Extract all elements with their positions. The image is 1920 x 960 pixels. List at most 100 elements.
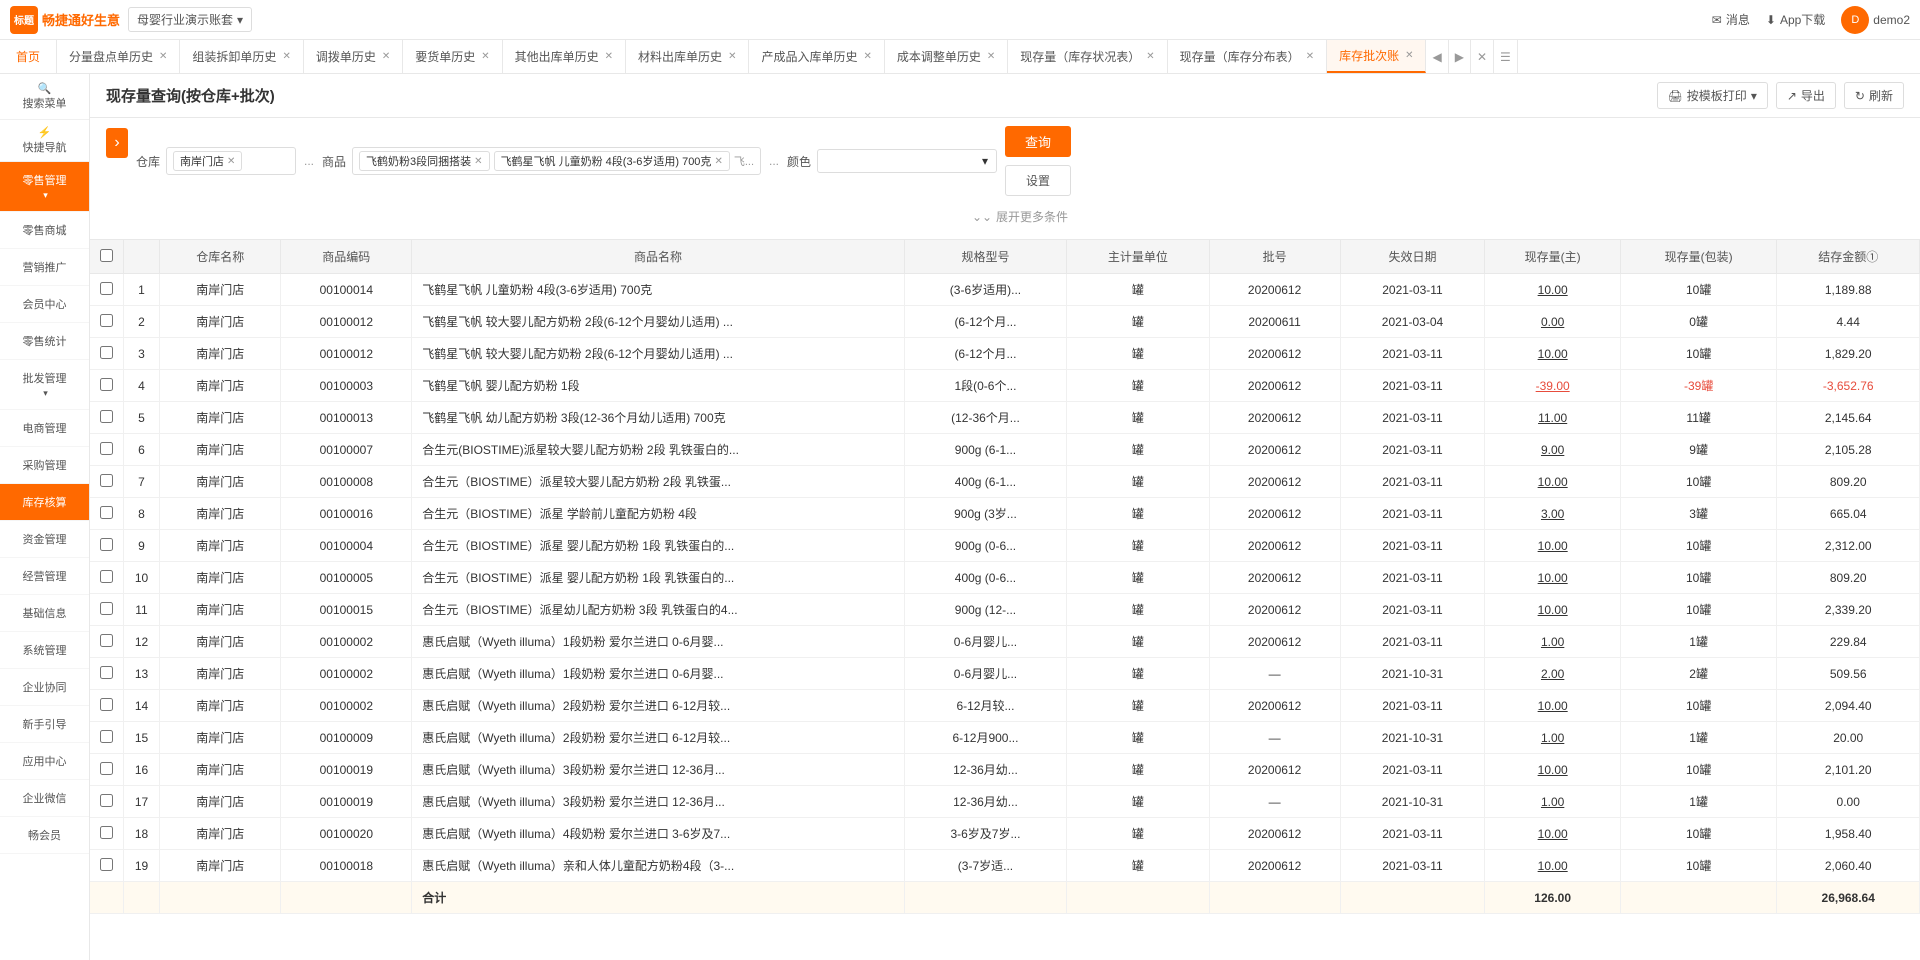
warehouse-chip-remove[interactable]: ✕ bbox=[227, 156, 235, 167]
sidebar-item-system[interactable]: 系统管理 bbox=[0, 632, 89, 669]
sidebar-item-inventory[interactable]: 库存核算 bbox=[0, 484, 89, 521]
row-checkbox[interactable] bbox=[100, 730, 113, 743]
tab-diaob-close[interactable]: ✕ bbox=[382, 51, 390, 62]
row-unit: 罐 bbox=[1067, 786, 1210, 818]
row-checkbox[interactable] bbox=[100, 346, 113, 359]
tab-qitachuku-close[interactable]: ✕ bbox=[605, 51, 613, 62]
row-checkbox[interactable] bbox=[100, 570, 113, 583]
row-name: 惠氏启赋（Wyeth illuma）1段奶粉 爱尔兰进口 0-6月婴... bbox=[412, 658, 905, 690]
sidebar-quick-nav[interactable]: ⚡ 快捷导航 bbox=[0, 120, 89, 162]
sidebar-item-wechat[interactable]: 企业微信 bbox=[0, 780, 89, 817]
sidebar-item-retail-stats[interactable]: 零售统计 bbox=[0, 323, 89, 360]
row-amount: 1,829.20 bbox=[1777, 338, 1920, 370]
sidebar-item-guide[interactable]: 新手引导 bbox=[0, 706, 89, 743]
tab-xiancun2[interactable]: 现存量（库存分布表） ✕ bbox=[1168, 40, 1327, 73]
tab-menu-btn[interactable]: ☰ bbox=[1494, 40, 1518, 73]
row-checkbox[interactable] bbox=[100, 634, 113, 647]
sidebar-item-ecommerce[interactable]: 电商管理 bbox=[0, 410, 89, 447]
row-checkbox[interactable] bbox=[100, 698, 113, 711]
product-chip-2-remove[interactable]: ✕ bbox=[714, 156, 722, 167]
expand-more-label: 展开更多条件 bbox=[996, 208, 1068, 225]
tab-prev-btn[interactable]: ◀ bbox=[1426, 40, 1448, 73]
sidebar-item-retail-shop[interactable]: 零售商城 bbox=[0, 212, 89, 249]
expand-down-icon: ⌄⌄ bbox=[972, 210, 992, 224]
sidebar-item-retail-mgmt[interactable]: 零售管理 ▾ bbox=[0, 162, 89, 212]
warehouse-chip-container[interactable]: 南岸门店 ✕ bbox=[166, 147, 296, 175]
print-button[interactable]: 🖨 按模板打印 ▾ bbox=[1657, 82, 1768, 109]
row-checkbox[interactable] bbox=[100, 442, 113, 455]
tab-chengben-close[interactable]: ✕ bbox=[987, 51, 995, 62]
tab-diaob[interactable]: 调拨单历史 ✕ bbox=[304, 40, 403, 73]
sidebar-item-basics[interactable]: 基础信息 bbox=[0, 595, 89, 632]
messages-button[interactable]: ✉ 消息 bbox=[1712, 11, 1750, 28]
export-button[interactable]: ↗ 导出 bbox=[1776, 82, 1836, 109]
row-checkbox[interactable] bbox=[100, 378, 113, 391]
row-checkbox[interactable] bbox=[100, 762, 113, 775]
org-selector[interactable]: 母婴行业演示账套 ▾ bbox=[128, 7, 252, 32]
product-chip-1-remove[interactable]: ✕ bbox=[474, 156, 482, 167]
query-button[interactable]: 查询 bbox=[1005, 126, 1071, 157]
sidebar-item-marketing[interactable]: 营销推广 bbox=[0, 249, 89, 286]
sidebar-item-membership-label: 畅会员 bbox=[28, 827, 61, 843]
sidebar-item-purchase[interactable]: 采购管理 bbox=[0, 447, 89, 484]
tab-next-btn[interactable]: ▶ bbox=[1449, 40, 1471, 73]
tab-kucun-pici[interactable]: 库存批次账 ✕ bbox=[1327, 40, 1426, 73]
sidebar-item-appstore[interactable]: 应用中心 bbox=[0, 743, 89, 780]
product-chip-container[interactable]: 飞鹤奶粉3段同捆搭装 ✕ 飞鹤星飞帆 儿童奶粉 4段(3-6岁适用) 700克 … bbox=[352, 147, 761, 175]
row-qty-pkg: 10罐 bbox=[1620, 530, 1777, 562]
row-batch: 20200612 bbox=[1209, 274, 1340, 306]
color-select[interactable]: ▾ bbox=[817, 149, 997, 173]
row-batch: — bbox=[1209, 786, 1340, 818]
tab-xiancun1[interactable]: 现存量（库存状况表） ✕ bbox=[1008, 40, 1167, 73]
tab-cailiao[interactable]: 材料出库单历史 ✕ bbox=[626, 40, 749, 73]
tab-home[interactable]: 首页 bbox=[0, 40, 57, 73]
row-checkbox[interactable] bbox=[100, 666, 113, 679]
sidebar-item-operation[interactable]: 经营管理 bbox=[0, 558, 89, 595]
warehouse-chip-text: 南岸门店 bbox=[180, 153, 224, 169]
row-expire: 2021-03-11 bbox=[1340, 338, 1485, 370]
tab-chengpin-close[interactable]: ✕ bbox=[863, 51, 871, 62]
sidebar-item-finance[interactable]: 资金管理 bbox=[0, 521, 89, 558]
row-checkbox[interactable] bbox=[100, 410, 113, 423]
tab-cailiao-close[interactable]: ✕ bbox=[728, 51, 736, 62]
tab-kucun-pici-close[interactable]: ✕ bbox=[1405, 50, 1413, 61]
settings-button[interactable]: 设置 bbox=[1005, 165, 1071, 196]
user-profile[interactable]: D demo2 bbox=[1841, 6, 1910, 34]
select-all-checkbox[interactable] bbox=[100, 249, 113, 262]
refresh-button[interactable]: ↻ 刷新 bbox=[1844, 82, 1904, 109]
sidebar-item-enterprise[interactable]: 企业协同 bbox=[0, 669, 89, 706]
row-checkbox[interactable] bbox=[100, 602, 113, 615]
tab-fenliang-close[interactable]: ✕ bbox=[159, 51, 167, 62]
tab-chengben[interactable]: 成本调整单历史 ✕ bbox=[885, 40, 1008, 73]
row-checkbox[interactable] bbox=[100, 794, 113, 807]
sidebar-item-wholesale[interactable]: 批发管理 ▾ bbox=[0, 360, 89, 410]
row-checkbox-cell bbox=[90, 434, 124, 466]
table-row: 7 南岸门店 00100008 合生元（BIOSTIME）派星较大婴儿配方奶粉 … bbox=[90, 466, 1920, 498]
row-checkbox[interactable] bbox=[100, 314, 113, 327]
row-checkbox[interactable] bbox=[100, 538, 113, 551]
sidebar-search[interactable]: 🔍 搜索菜单 bbox=[0, 74, 89, 120]
sidebar-item-inventory-label: 库存核算 bbox=[23, 494, 67, 510]
row-checkbox[interactable] bbox=[100, 858, 113, 871]
tab-yaohuo-close[interactable]: ✕ bbox=[481, 51, 489, 62]
tab-qitachuku[interactable]: 其他出库单历史 ✕ bbox=[503, 40, 626, 73]
sidebar-item-membership[interactable]: 畅会员 bbox=[0, 817, 89, 854]
expand-more-btn[interactable]: ⌄⌄ 展开更多条件 bbox=[966, 202, 1074, 231]
row-checkbox-cell bbox=[90, 626, 124, 658]
tab-zuzhuang[interactable]: 组装拆卸单历史 ✕ bbox=[180, 40, 303, 73]
tab-zuzhuang-close[interactable]: ✕ bbox=[282, 51, 290, 62]
tab-close-all-btn[interactable]: ✕ bbox=[1471, 40, 1494, 73]
row-checkbox[interactable] bbox=[100, 474, 113, 487]
row-checkbox[interactable] bbox=[100, 282, 113, 295]
row-checkbox[interactable] bbox=[100, 506, 113, 519]
tab-chengpin[interactable]: 产成品入库单历史 ✕ bbox=[749, 40, 884, 73]
tab-yaohuo[interactable]: 要货单历史 ✕ bbox=[403, 40, 502, 73]
tab-xiancun1-close[interactable]: ✕ bbox=[1146, 51, 1154, 62]
tab-xiancun2-close[interactable]: ✕ bbox=[1306, 51, 1314, 62]
filter-expand-button[interactable]: › bbox=[106, 128, 128, 158]
row-checkbox[interactable] bbox=[100, 826, 113, 839]
app-download-button[interactable]: ⬇ App下载 bbox=[1766, 11, 1825, 28]
tab-fenliang[interactable]: 分量盘点单历史 ✕ bbox=[57, 40, 180, 73]
sidebar-item-member[interactable]: 会员中心 bbox=[0, 286, 89, 323]
avatar-initial: D bbox=[1851, 14, 1859, 26]
